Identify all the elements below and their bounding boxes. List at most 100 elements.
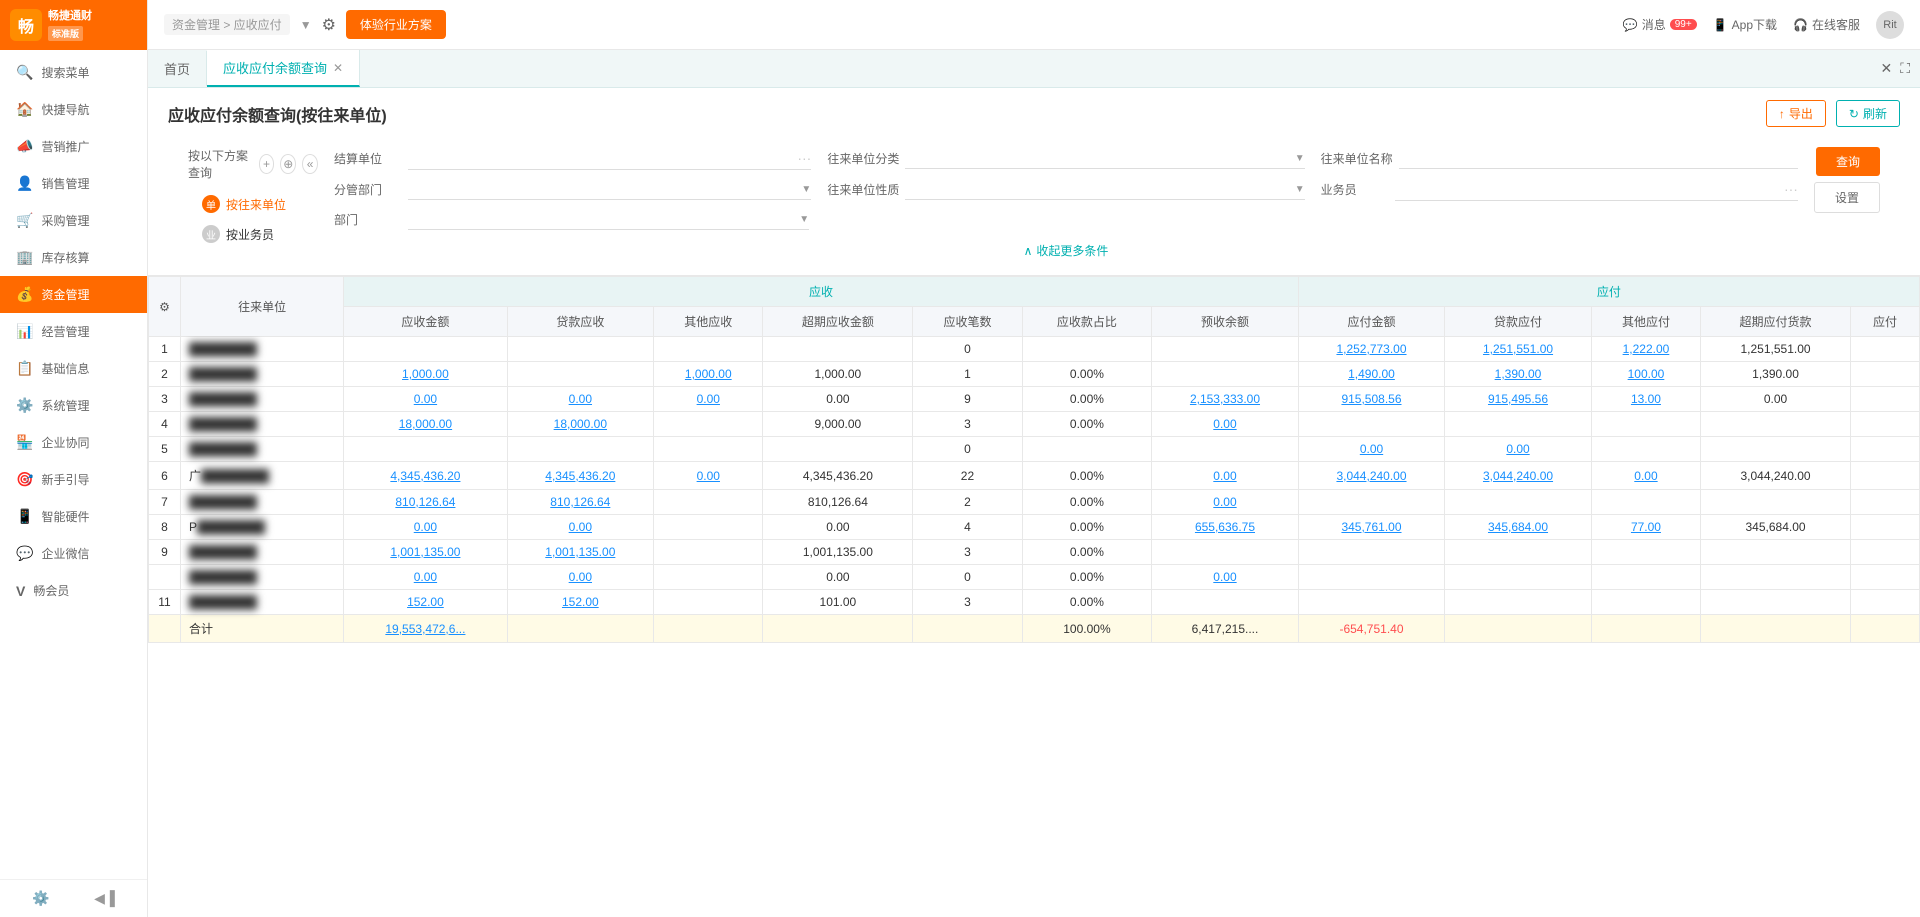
sidebar-item-marketing[interactable]: 📣 营销推广 [0,128,147,165]
prepay-balance-col[interactable]: 预收余额 [1152,307,1299,337]
sidebar-item-system[interactable]: ⚙️ 系统管理 [0,387,147,424]
other-ar-cell[interactable]: 0.00 [654,387,763,412]
table-container[interactable]: ⚙ 往来单位 应收 应付 应收金额 贷款应收 其他应收 超期应收金额 应收笔数 [148,276,1920,917]
ar-ratio-col[interactable]: 应收款占比 [1022,307,1152,337]
loan-ap-cell[interactable]: 915,495.56 [1445,387,1592,412]
prepay-balance-cell[interactable]: 0.00 [1152,565,1299,590]
sidebar-item-purchase[interactable]: 🛒 采购管理 [0,202,147,239]
settlement-unit-dots-icon[interactable]: ··· [797,150,811,166]
loan-ap-cell[interactable]: 1,390.00 [1445,362,1592,387]
ap-amount-cell[interactable]: 1,252,773.00 [1298,337,1445,362]
filter-collapse-icon[interactable]: « [302,154,318,174]
query-button[interactable]: 查询 [1816,147,1880,176]
loan-ar-cell[interactable]: 810,126.64 [507,490,654,515]
sidebar-item-finance[interactable]: 💰 资金管理 [0,276,147,313]
ap-amount-cell[interactable]: 1,490.00 [1298,362,1445,387]
loan-ar-col[interactable]: 贷款应收 [507,307,654,337]
collapse-button[interactable]: ∧ 收起更多条件 [334,242,1798,259]
ap-amount-cell[interactable]: 0.00 [1298,437,1445,462]
tab-fullscreen-icon[interactable]: ⛶ [1900,60,1910,77]
other-ar-col[interactable]: 其他应收 [654,307,763,337]
loan-ar-cell[interactable]: 18,000.00 [507,412,654,437]
dept-manager-input[interactable] [408,182,801,196]
settings-gear-icon[interactable]: ⚙ [322,15,336,35]
loan-ar-cell[interactable]: 152.00 [507,590,654,615]
ap-amount-cell[interactable]: 3,044,240.00 [1298,462,1445,490]
overdue-ar-col[interactable]: 超期应收金额 [763,307,913,337]
ap-amount-cell[interactable]: 915,508.56 [1298,387,1445,412]
salesman-dots-icon[interactable]: ··· [1784,181,1798,197]
loan-ap-cell[interactable]: 3,044,240.00 [1445,462,1592,490]
sidebar-item-wechat[interactable]: 💬 企业微信 [0,535,147,572]
sidebar-item-inventory[interactable]: 🏢 库存核算 [0,239,147,276]
sidebar-item-quick-nav[interactable]: 🏠 快捷导航 [0,91,147,128]
prepay-balance-cell[interactable]: 0.00 [1152,412,1299,437]
settlement-unit-input[interactable] [408,151,797,165]
ap-amount-col[interactable]: 应付金额 [1298,307,1445,337]
dept-input[interactable] [408,212,799,226]
sidebar-item-search[interactable]: 🔍 搜索菜单 [0,54,147,91]
sidebar-collapse-button[interactable]: ◀▐ [94,890,115,907]
other-ap-cell[interactable]: 77.00 [1591,515,1700,540]
online-service-button[interactable]: 🎧 在线客服 [1793,16,1860,33]
ar-amount-cell[interactable]: 810,126.64 [344,490,507,515]
app-download-button[interactable]: 📱 App下载 [1713,16,1777,33]
loan-ap-col[interactable]: 贷款应付 [1445,307,1592,337]
tab-close-all-icon[interactable]: ✕ [1880,60,1892,77]
sidebar-item-corp[interactable]: 🏪 企业协同 [0,424,147,461]
prepay-balance-cell[interactable]: 0.00 [1152,462,1299,490]
loan-ar-cell[interactable]: 0.00 [507,515,654,540]
dept-arrow-icon[interactable]: ▼ [799,214,809,225]
prepay-balance-cell[interactable]: 655,636.75 [1152,515,1299,540]
prepay-balance-cell[interactable]: 0.00 [1152,490,1299,515]
partner-nature-input[interactable] [905,182,1294,196]
add-filter-button[interactable]: + [259,154,275,174]
sidebar-item-guide[interactable]: 🎯 新手引导 [0,461,147,498]
tab-ar-ap[interactable]: 应收应付余额查询 ✕ [207,50,360,87]
summary-ar-amount[interactable]: 19,553,472,6... [344,615,507,643]
other-ap-cell[interactable]: 100.00 [1591,362,1700,387]
ar-amount-cell[interactable]: 152.00 [344,590,507,615]
ar-amount-cell[interactable]: 18,000.00 [344,412,507,437]
export-button[interactable]: ↑ 导出 [1766,100,1826,127]
prepay-balance-cell[interactable]: 2,153,333.00 [1152,387,1299,412]
settings-col-header[interactable]: ⚙ [149,277,181,337]
settings-button[interactable]: 设置 [1814,182,1880,213]
other-ar-cell[interactable]: 1,000.00 [654,362,763,387]
sidebar-item-member[interactable]: V 畅会员 [0,572,147,609]
ar-amount-cell[interactable]: 1,000.00 [344,362,507,387]
sidebar-item-operations[interactable]: 📊 经营管理 [0,313,147,350]
partner-category-input[interactable] [905,151,1294,165]
loan-ap-cell[interactable]: 345,684.00 [1445,515,1592,540]
loan-ap-cell[interactable]: 0.00 [1445,437,1592,462]
ar-amount-cell[interactable]: 1,001,135.00 [344,540,507,565]
filter-settings-icon[interactable]: ⊕ [280,154,296,174]
other-ap-col[interactable]: 其他应付 [1591,307,1700,337]
chevron-down-icon[interactable]: ▼ [300,18,312,32]
query-by-unit[interactable]: 单 按往来单位 [192,189,318,219]
refresh-button[interactable]: ↻ 刷新 [1836,100,1900,127]
tab-close-icon[interactable]: ✕ [333,61,343,75]
other-ap-cell[interactable]: 1,222.00 [1591,337,1700,362]
other-ap-cell[interactable]: 13.00 [1591,387,1700,412]
ar-amount-col[interactable]: 应收金额 [344,307,507,337]
dept-manager-arrow-icon[interactable]: ▼ [801,184,811,195]
other-ar-cell[interactable]: 0.00 [654,462,763,490]
promo-button[interactable]: 体验行业方案 [346,10,446,39]
loan-ap-cell[interactable]: 1,251,551.00 [1445,337,1592,362]
ar-amount-cell[interactable]: 4,345,436.20 [344,462,507,490]
query-by-salesman[interactable]: 业 按业务员 [192,219,318,249]
partner-nature-arrow-icon[interactable]: ▼ [1295,184,1305,195]
message-button[interactable]: 💬 消息 99+ [1623,16,1697,33]
tab-home[interactable]: 首页 [148,51,207,86]
overdue-ap-col[interactable]: 超期应付货款 [1701,307,1851,337]
user-avatar[interactable]: Rit [1876,11,1904,39]
sidebar-item-hardware[interactable]: 📱 智能硬件 [0,498,147,535]
loan-ar-cell[interactable]: 0.00 [507,387,654,412]
sidebar-settings-button[interactable]: ⚙️ [32,890,49,907]
salesman-input[interactable] [1395,182,1784,196]
ar-amount-cell[interactable]: 0.00 [344,515,507,540]
ar-amount-cell[interactable]: 0.00 [344,387,507,412]
loan-ar-cell[interactable]: 4,345,436.20 [507,462,654,490]
ap-amount-cell[interactable]: 345,761.00 [1298,515,1445,540]
